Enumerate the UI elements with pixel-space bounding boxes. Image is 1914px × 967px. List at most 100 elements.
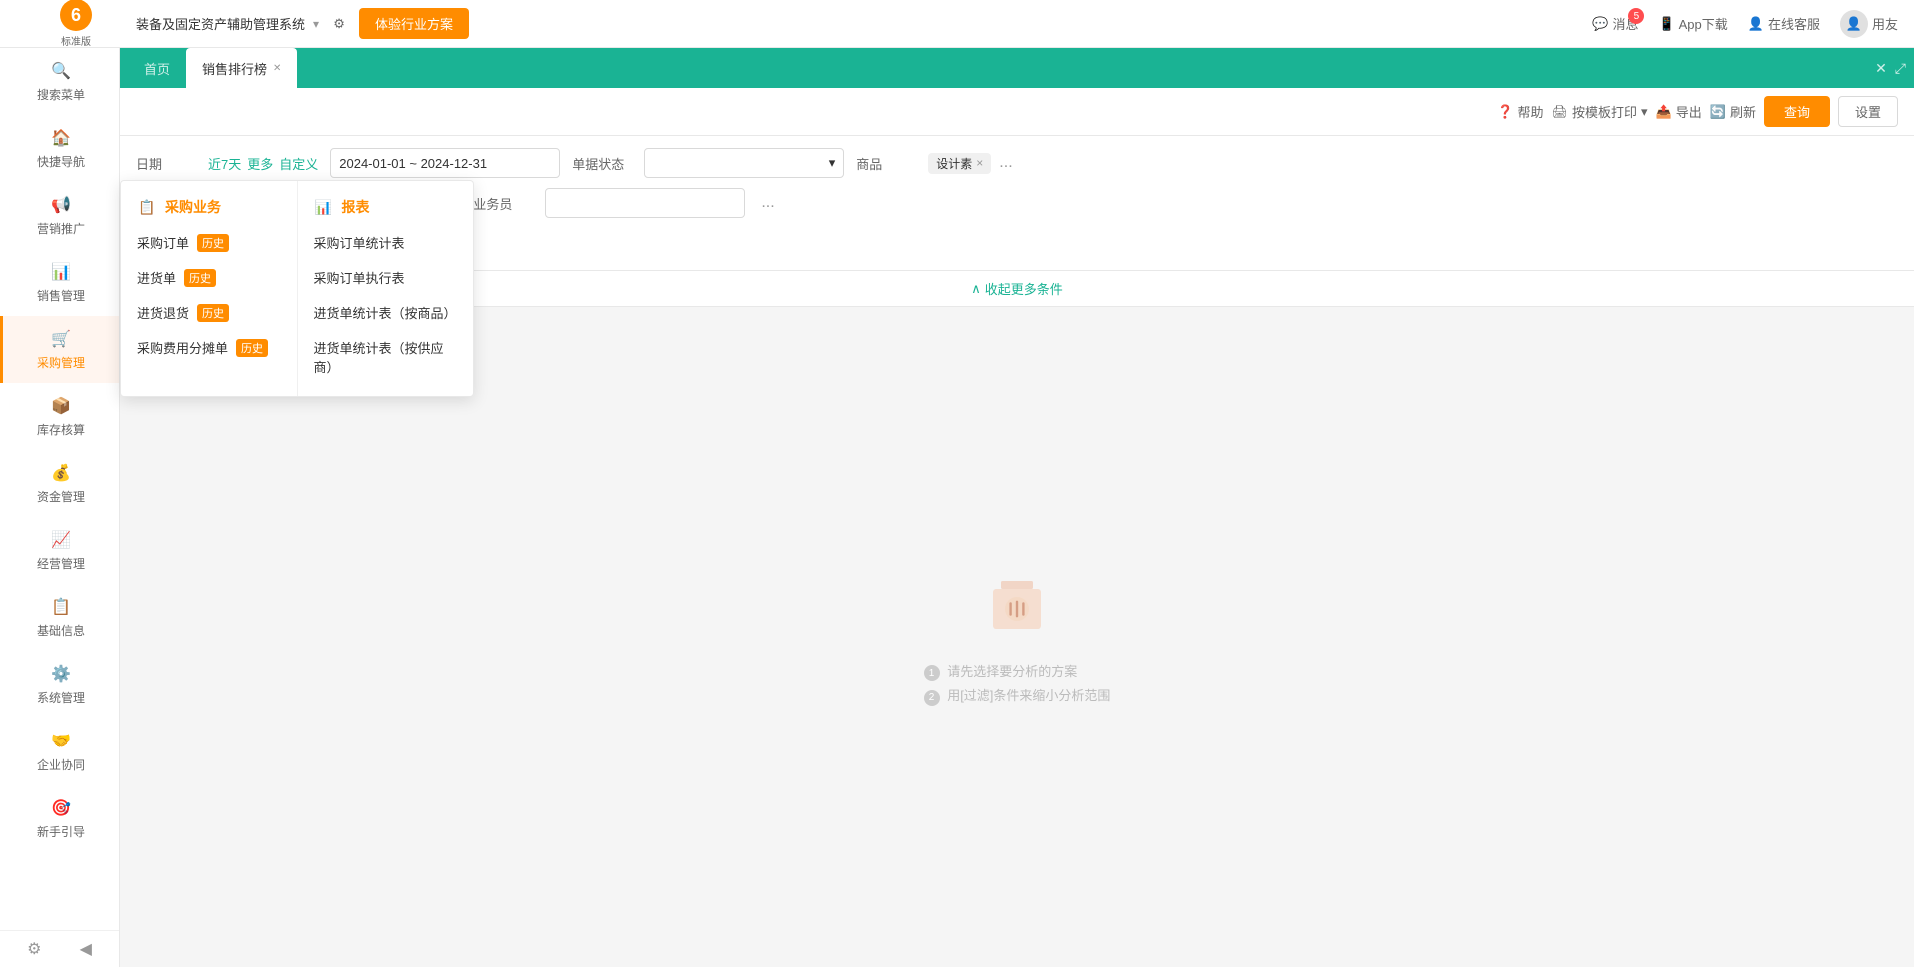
user-avatar[interactable]: 👤 用友	[1840, 10, 1898, 38]
sidebar-label-operations: 经营管理	[37, 555, 85, 572]
goods-dots[interactable]: ...	[995, 154, 1016, 172]
sidebar-bottom: ⚙ ◀	[0, 930, 119, 967]
sidebar-item-purchase[interactable]: 🛒 采购管理	[0, 316, 119, 383]
purchase-icon: 🛒	[50, 328, 72, 350]
empty-state: 1 请先选择要分析的方案 2 用[过滤]条件来缩小分析范围	[120, 307, 1914, 967]
avatar-icon: 👤	[1840, 10, 1868, 38]
app-download-btn[interactable]: 📱 App下载	[1658, 14, 1727, 33]
tab-sales-ranking[interactable]: 销售排行榜 ✕	[186, 48, 297, 88]
goods-label: 商品	[856, 154, 916, 173]
empty-tip-2: 2 用[过滤]条件来缩小分析范围	[924, 685, 1111, 706]
title-dropdown-icon[interactable]: ▾	[313, 17, 319, 31]
logo-area: 6 标准版	[16, 0, 136, 48]
date-shortcuts[interactable]: 近7天 更多 自定义	[208, 154, 318, 173]
rank-label: 排名项目	[136, 194, 196, 213]
sidebar-item-marketing[interactable]: 📢 营销推广	[0, 182, 119, 249]
date-shortcut-custom[interactable]: 自定义	[279, 154, 318, 173]
query-btn[interactable]: 查询	[1764, 96, 1830, 127]
sidebar-label-search: 搜索菜单	[37, 86, 85, 103]
sidebar-label-system: 系统管理	[37, 689, 85, 706]
settings-icon[interactable]: ⚙	[327, 12, 351, 36]
logo-subtitle: 标准版	[61, 33, 91, 48]
help-icon: ❓	[1497, 104, 1513, 120]
sidebar-item-enterprise[interactable]: 🤝 企业协同	[0, 718, 119, 785]
customer-select[interactable]	[208, 228, 408, 258]
salesperson-label: 业务员	[473, 194, 533, 213]
sidebar-label-quick-nav: 快捷导航	[37, 153, 85, 170]
toolbar-row: ❓ 帮助 🖨 按模板打印 ▾ 📤 导出 🔄 刷新 查询 设置	[120, 88, 1914, 136]
sidebar-item-guide[interactable]: 🎯 新手引导	[0, 785, 119, 852]
service-icon: 👤	[1748, 16, 1764, 32]
collapse-filter-btn[interactable]: ∧ 收起更多条件	[120, 271, 1914, 307]
industry-btn[interactable]: 体验行业方案	[359, 8, 469, 39]
sidebar-item-system[interactable]: ⚙️ 系统管理	[0, 651, 119, 718]
refresh-btn[interactable]: 🔄 刷新	[1710, 102, 1756, 121]
marketing-icon: 📢	[50, 194, 72, 216]
rank-select[interactable]: 金额 ▾	[208, 188, 408, 218]
tab-home[interactable]: 首页	[128, 48, 186, 88]
export-icon: 📤	[1656, 104, 1672, 120]
sidebar-label-enterprise: 企业协同	[37, 756, 85, 773]
main-layout: 🔍 搜索菜单 🏠 快捷导航 📢 营销推广 📊 销售管理 🛒 采购管理 📦 库存核…	[0, 48, 1914, 967]
sidebar-item-finance[interactable]: 💰 资金管理	[0, 450, 119, 517]
system-icon: ⚙️	[50, 663, 72, 685]
sales-icon: 📊	[50, 261, 72, 283]
message-icon: 💬	[1592, 16, 1608, 32]
sidebar-item-search[interactable]: 🔍 搜索菜单	[0, 48, 119, 115]
customer-dots[interactable]: ...	[420, 234, 441, 252]
print-dropdown-icon: ▾	[1641, 104, 1648, 120]
phone-icon: 📱	[1658, 16, 1674, 32]
tab-window-expand[interactable]: ⤢	[1895, 60, 1906, 77]
date-range-input[interactable]	[330, 148, 560, 178]
goods-tag: 设计素 ×	[928, 153, 991, 174]
status-dropdown-icon: ▾	[829, 155, 836, 171]
date-shortcut-more[interactable]: 更多	[247, 154, 273, 173]
messages-btn[interactable]: 💬 消息 5	[1592, 14, 1638, 33]
date-shortcut-7d[interactable]: 近7天	[208, 154, 241, 173]
tab-bar: 首页 销售排行榜 ✕ ✕ ⤢	[120, 48, 1914, 88]
logo-icon: 6	[60, 0, 92, 31]
sidebar-settings-btn[interactable]: ⚙	[27, 939, 41, 959]
sidebar-label-purchase: 采购管理	[37, 354, 85, 371]
filter-section: 日期 近7天 更多 自定义 单据状态 ▾ 商品	[120, 136, 1914, 271]
settings-btn[interactable]: 设置	[1838, 96, 1898, 127]
help-btn[interactable]: ❓ 帮助	[1497, 102, 1543, 121]
salesperson-dots[interactable]: ...	[757, 194, 778, 212]
rank-value: 金额	[217, 194, 243, 213]
message-badge: 5	[1628, 8, 1644, 24]
top-header: 6 标准版 装备及固定资产辅助管理系统 ▾ ⚙ 体验行业方案 💬 消息 5 📱 …	[0, 0, 1914, 48]
empty-tip-1: 1 请先选择要分析的方案	[924, 661, 1111, 682]
tab-right-controls: ✕ ⤢	[1875, 60, 1906, 77]
search-icon: 🔍	[50, 60, 72, 82]
status-select[interactable]: ▾	[644, 148, 844, 178]
customer-label: 客户	[136, 234, 196, 253]
print-btn[interactable]: 🖨 按模板打印 ▾	[1552, 102, 1648, 121]
rank-dropdown-icon: ▾	[392, 195, 399, 211]
date-label: 日期	[136, 154, 196, 173]
online-service-btn[interactable]: 👤 在线客服	[1748, 14, 1820, 33]
export-btn[interactable]: 📤 导出	[1656, 102, 1702, 121]
sidebar-item-base-info[interactable]: 📋 基础信息	[0, 584, 119, 651]
tab-close-icon[interactable]: ✕	[273, 63, 281, 74]
sidebar-item-inventory[interactable]: 📦 库存核算	[0, 383, 119, 450]
print-icon: 🖨	[1552, 104, 1569, 120]
sidebar: 🔍 搜索菜单 🏠 快捷导航 📢 营销推广 📊 销售管理 🛒 采购管理 📦 库存核…	[0, 48, 120, 967]
system-title-area: 装备及固定资产辅助管理系统 ▾ ⚙ 体验行业方案	[136, 8, 1592, 39]
sidebar-label-marketing: 营销推广	[37, 220, 85, 237]
sidebar-item-quick-nav[interactable]: 🏠 快捷导航	[0, 115, 119, 182]
sidebar-collapse-btn[interactable]: ◀	[80, 939, 92, 959]
refresh-icon: 🔄	[1710, 104, 1726, 120]
goods-tag-close[interactable]: ×	[976, 156, 983, 170]
tab-window-close[interactable]: ✕	[1875, 60, 1887, 77]
rank-dots[interactable]: ...	[420, 194, 441, 212]
home-icon: 🏠	[50, 127, 72, 149]
sidebar-label-sales: 销售管理	[37, 287, 85, 304]
system-title: 装备及固定资产辅助管理系统	[136, 14, 305, 33]
sidebar-item-operations[interactable]: 📈 经营管理	[0, 517, 119, 584]
sidebar-label-inventory: 库存核算	[37, 421, 85, 438]
sidebar-item-sales[interactable]: 📊 销售管理	[0, 249, 119, 316]
base-info-icon: 📋	[50, 596, 72, 618]
operations-icon: 📈	[50, 529, 72, 551]
salesperson-select[interactable]	[545, 188, 745, 218]
content-area: 首页 销售排行榜 ✕ ✕ ⤢ ❓ 帮助 🖨 按模板打印	[120, 48, 1914, 967]
